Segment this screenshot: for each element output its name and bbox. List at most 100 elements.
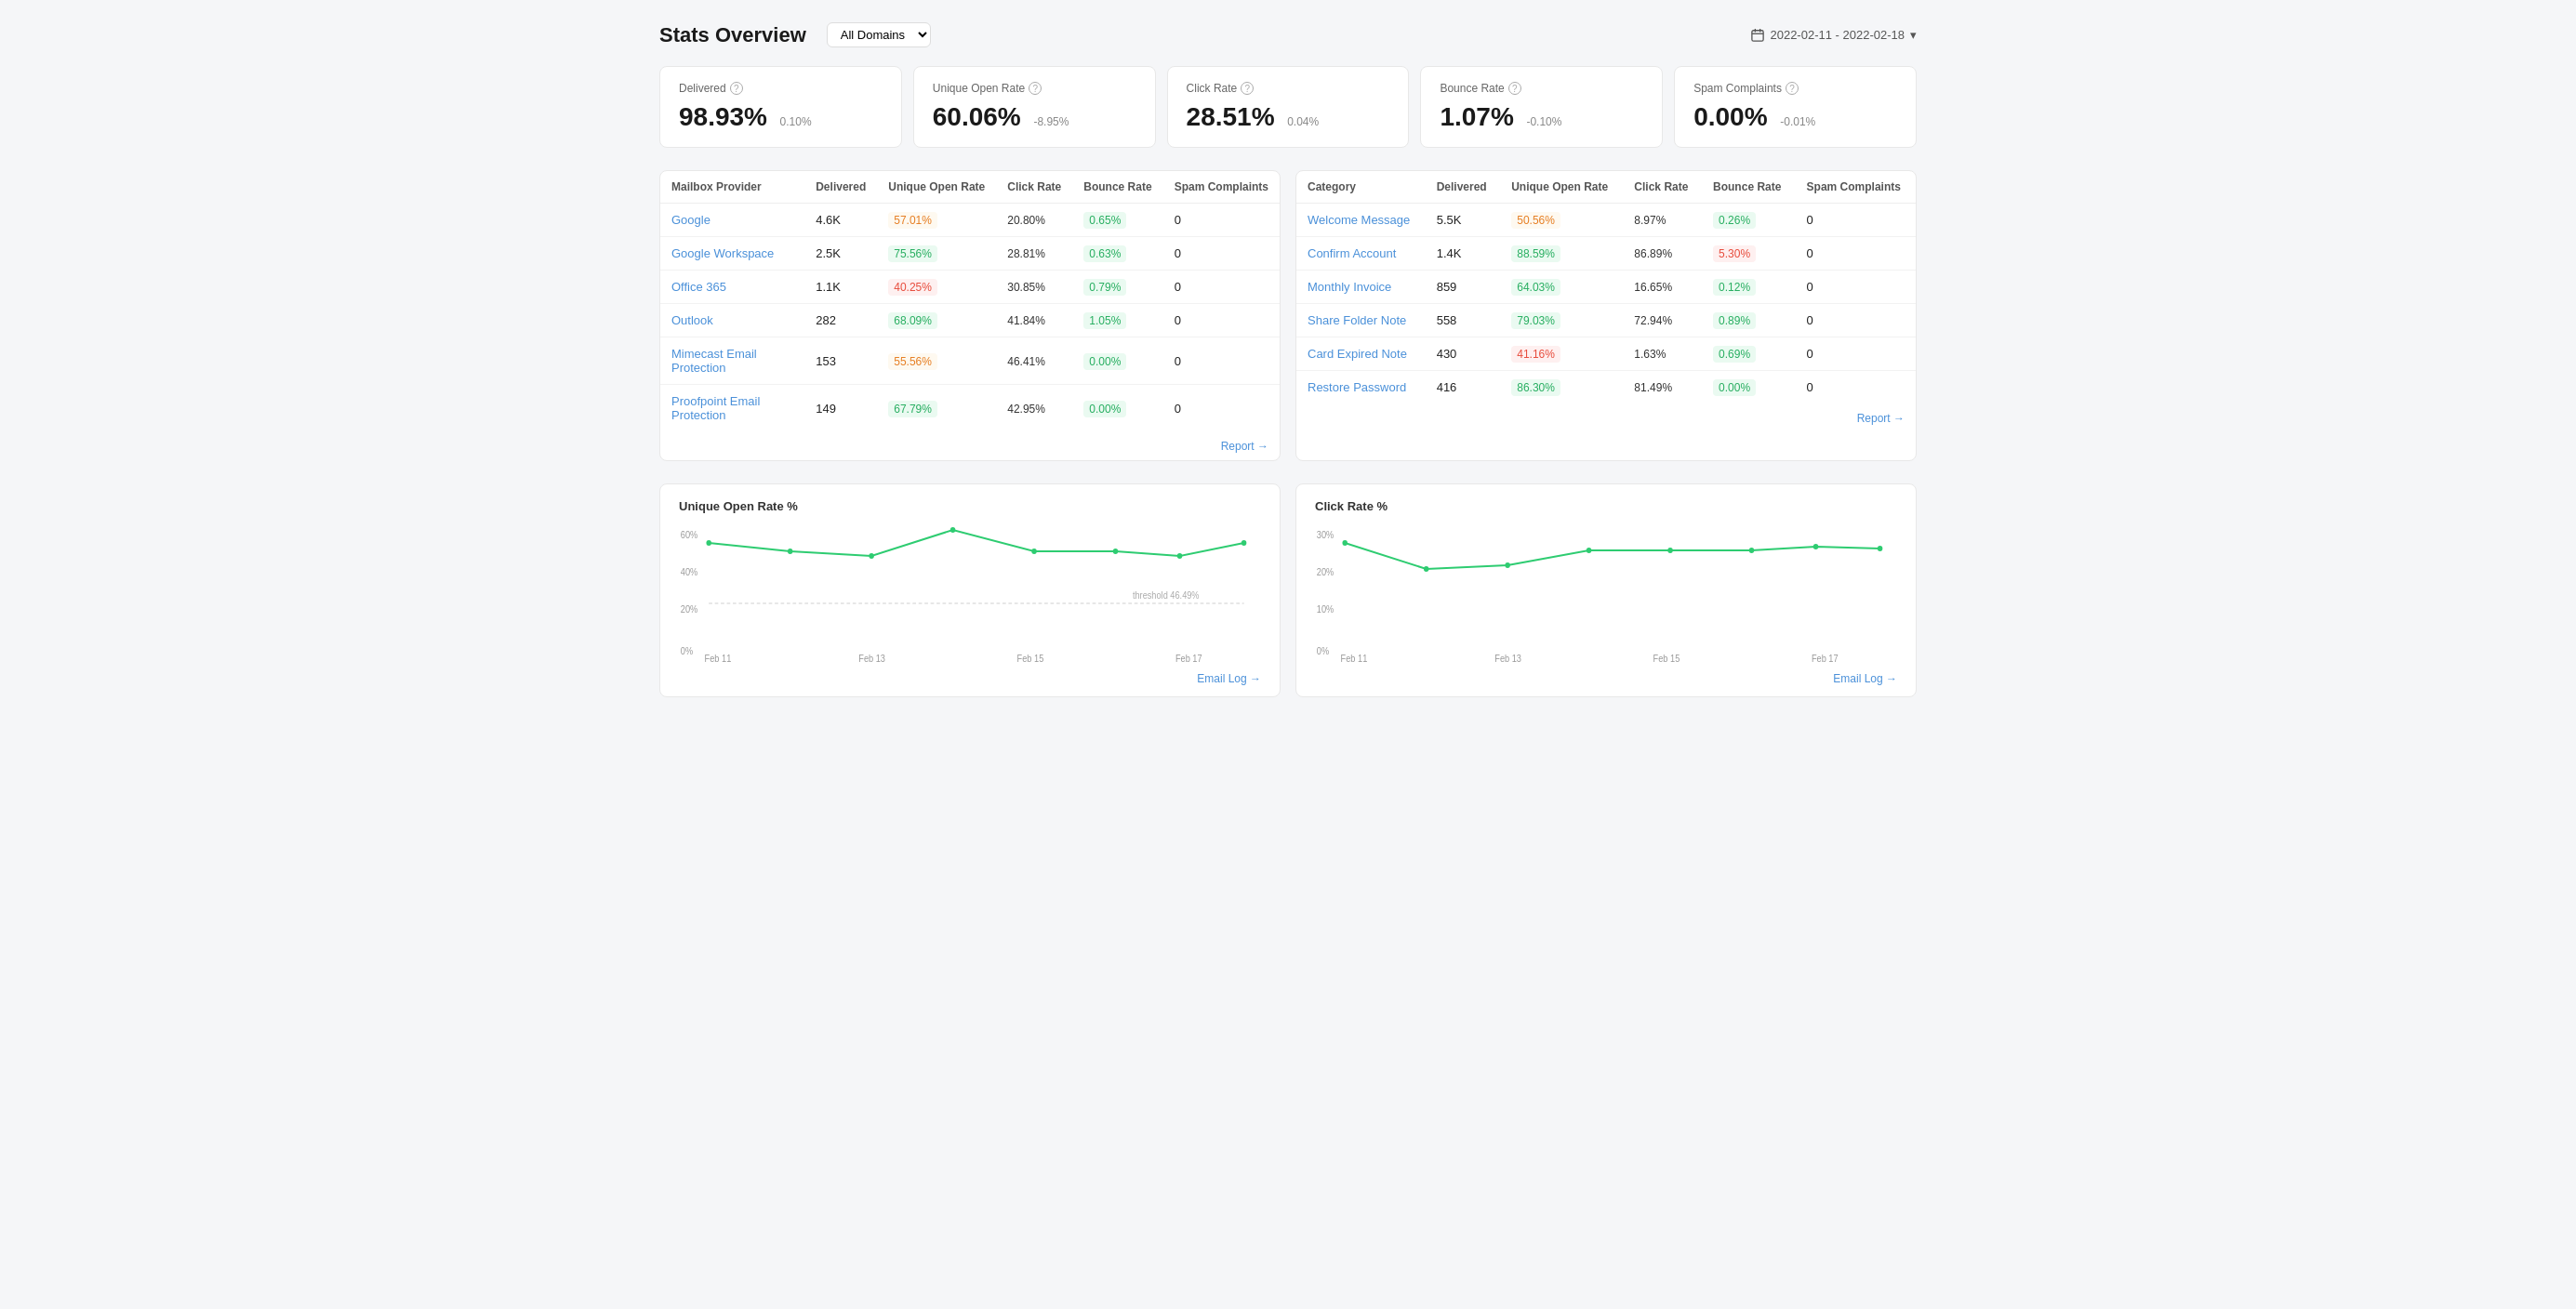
stat-card-delta: -0.10% [1526,115,1561,128]
domain-selector[interactable]: All Domains [827,22,931,47]
col-click-rate: Click Rate [996,171,1072,204]
stat-card-values: 28.51% 0.04% [1187,102,1390,132]
col-cat-spam: Spam Complaints [1796,171,1916,204]
cat-click-rate-cell: 16.65% [1623,271,1702,304]
open-rate-chart-title: Unique Open Rate % [679,499,1261,513]
col-delivered: Delivered [804,171,877,204]
category-report-link[interactable]: Report → [1857,412,1905,425]
stat-card: Delivered ? 98.93% 0.10% [659,66,902,148]
provider-link[interactable]: Google Workspace [671,246,774,260]
bounce-rate-badge: 1.05% [1083,312,1126,329]
stat-card-values: 98.93% 0.10% [679,102,883,132]
col-cat-click-rate: Click Rate [1623,171,1702,204]
svg-text:0%: 0% [1317,646,1330,656]
cat-click-rate-badge: 72.94% [1634,314,1672,327]
stat-card-label: Click Rate ? [1187,82,1390,95]
svg-text:Feb 13: Feb 13 [1494,654,1521,664]
cat-delivered-cell: 558 [1426,304,1501,337]
stat-card: Unique Open Rate ? 60.06% -8.95% [913,66,1156,148]
delivered-cell: 4.6K [804,204,877,237]
click-rate-cell: 41.84% [996,304,1072,337]
category-table: Category Delivered Unique Open Rate Clic… [1296,171,1916,403]
click-rate-chart-footer: Email Log → [1315,664,1897,689]
click-rate-chart-area: 30% 20% 10% 0% Feb 11 [1315,524,1897,664]
email-log-link-2[interactable]: Email Log → [1833,672,1897,685]
spam-cell: 0 [1163,204,1280,237]
bounce-rate-cell: 0.79% [1072,271,1162,304]
cat-bounce-rate-cell: 0.26% [1702,204,1796,237]
click-rate-chart-container: Click Rate % 30% 20% 10% 0% [1295,483,1917,697]
category-cell: Welcome Message [1296,204,1426,237]
category-cell: Confirm Account [1296,237,1426,271]
category-link[interactable]: Card Expired Note [1308,347,1407,361]
stat-card-values: 60.06% -8.95% [933,102,1136,132]
col-bounce-rate: Bounce Rate [1072,171,1162,204]
cat-delivered-cell: 416 [1426,371,1501,404]
svg-text:Feb 15: Feb 15 [1653,654,1680,664]
svg-point-14 [1031,549,1037,554]
click-rate-chart-title: Click Rate % [1315,499,1897,513]
svg-point-27 [1424,566,1429,572]
bounce-rate-cell: 0.00% [1072,385,1162,432]
category-link[interactable]: Welcome Message [1308,213,1410,227]
click-rate-badge: 41.84% [1007,314,1045,327]
page-title: Stats Overview [659,23,806,47]
table-row: Office 365 1.1K 40.25% 30.85% 0.79% 0 [660,271,1280,304]
cat-bounce-rate-badge: 5.30% [1713,245,1756,262]
provider-link[interactable]: Google [671,213,710,227]
mailbox-provider-cell: Office 365 [660,271,804,304]
stat-card-values: 0.00% -0.01% [1693,102,1897,132]
cat-spam-cell: 0 [1796,304,1916,337]
cat-spam-cell: 0 [1796,271,1916,304]
col-spam: Spam Complaints [1163,171,1280,204]
open-rate-cell: 68.09% [877,304,996,337]
tables-section: Mailbox Provider Delivered Unique Open R… [659,170,1917,461]
mailbox-provider-cell: Google Workspace [660,237,804,271]
stat-card-value: 98.93% [679,102,767,132]
cat-click-rate-cell: 8.97% [1623,204,1702,237]
category-link[interactable]: Share Folder Note [1308,313,1406,327]
mailbox-report-link[interactable]: Report → [1221,440,1268,453]
bounce-rate-cell: 0.00% [1072,337,1162,385]
col-cat-bounce-rate: Bounce Rate [1702,171,1796,204]
info-icon: ? [1786,82,1799,95]
category-link[interactable]: Monthly Invoice [1308,280,1391,294]
email-log-link-1[interactable]: Email Log → [1197,672,1261,685]
stat-card-label: Spam Complaints ? [1693,82,1897,95]
cat-delivered-cell: 5.5K [1426,204,1501,237]
mailbox-provider-cell: Google [660,204,804,237]
provider-link[interactable]: Proofpoint Email Protection [671,394,760,422]
delivered-cell: 2.5K [804,237,877,271]
click-rate-cell: 20.80% [996,204,1072,237]
category-link[interactable]: Restore Password [1308,380,1406,394]
stat-card: Click Rate ? 28.51% 0.04% [1167,66,1410,148]
col-mailbox-provider: Mailbox Provider [660,171,804,204]
svg-point-17 [1242,540,1247,546]
cat-open-rate-cell: 79.03% [1500,304,1623,337]
table-row: Outlook 282 68.09% 41.84% 1.05% 0 [660,304,1280,337]
svg-text:0%: 0% [681,646,694,656]
date-range[interactable]: 2022-02-11 - 2022-02-18 ▾ [1751,28,1917,42]
provider-link[interactable]: Office 365 [671,280,726,294]
provider-link[interactable]: Mimecast Email Protection [671,347,757,375]
provider-link[interactable]: Outlook [671,313,713,327]
bounce-rate-badge: 0.79% [1083,279,1126,296]
category-table-body: Welcome Message 5.5K 50.56% 8.97% 0.26% … [1296,204,1916,404]
mailbox-provider-cell: Outlook [660,304,804,337]
svg-text:Feb 11: Feb 11 [705,654,732,664]
category-link[interactable]: Confirm Account [1308,246,1396,260]
table-row: Monthly Invoice 859 64.03% 16.65% 0.12% … [1296,271,1916,304]
cat-spam-cell: 0 [1796,237,1916,271]
mailbox-report-row: Report → [660,431,1280,460]
table-row: Google Workspace 2.5K 75.56% 28.81% 0.63… [660,237,1280,271]
table-row: Proofpoint Email Protection 149 67.79% 4… [660,385,1280,432]
svg-text:60%: 60% [681,530,698,540]
table-row: Mimecast Email Protection 153 55.56% 46.… [660,337,1280,385]
spam-cell: 0 [1163,337,1280,385]
cat-click-rate-badge: 86.89% [1634,247,1672,260]
category-cell: Restore Password [1296,371,1426,404]
cat-open-rate-badge: 64.03% [1511,279,1560,296]
delivered-cell: 282 [804,304,877,337]
click-rate-badge: 28.81% [1007,247,1045,260]
col-cat-open-rate: Unique Open Rate [1500,171,1623,204]
